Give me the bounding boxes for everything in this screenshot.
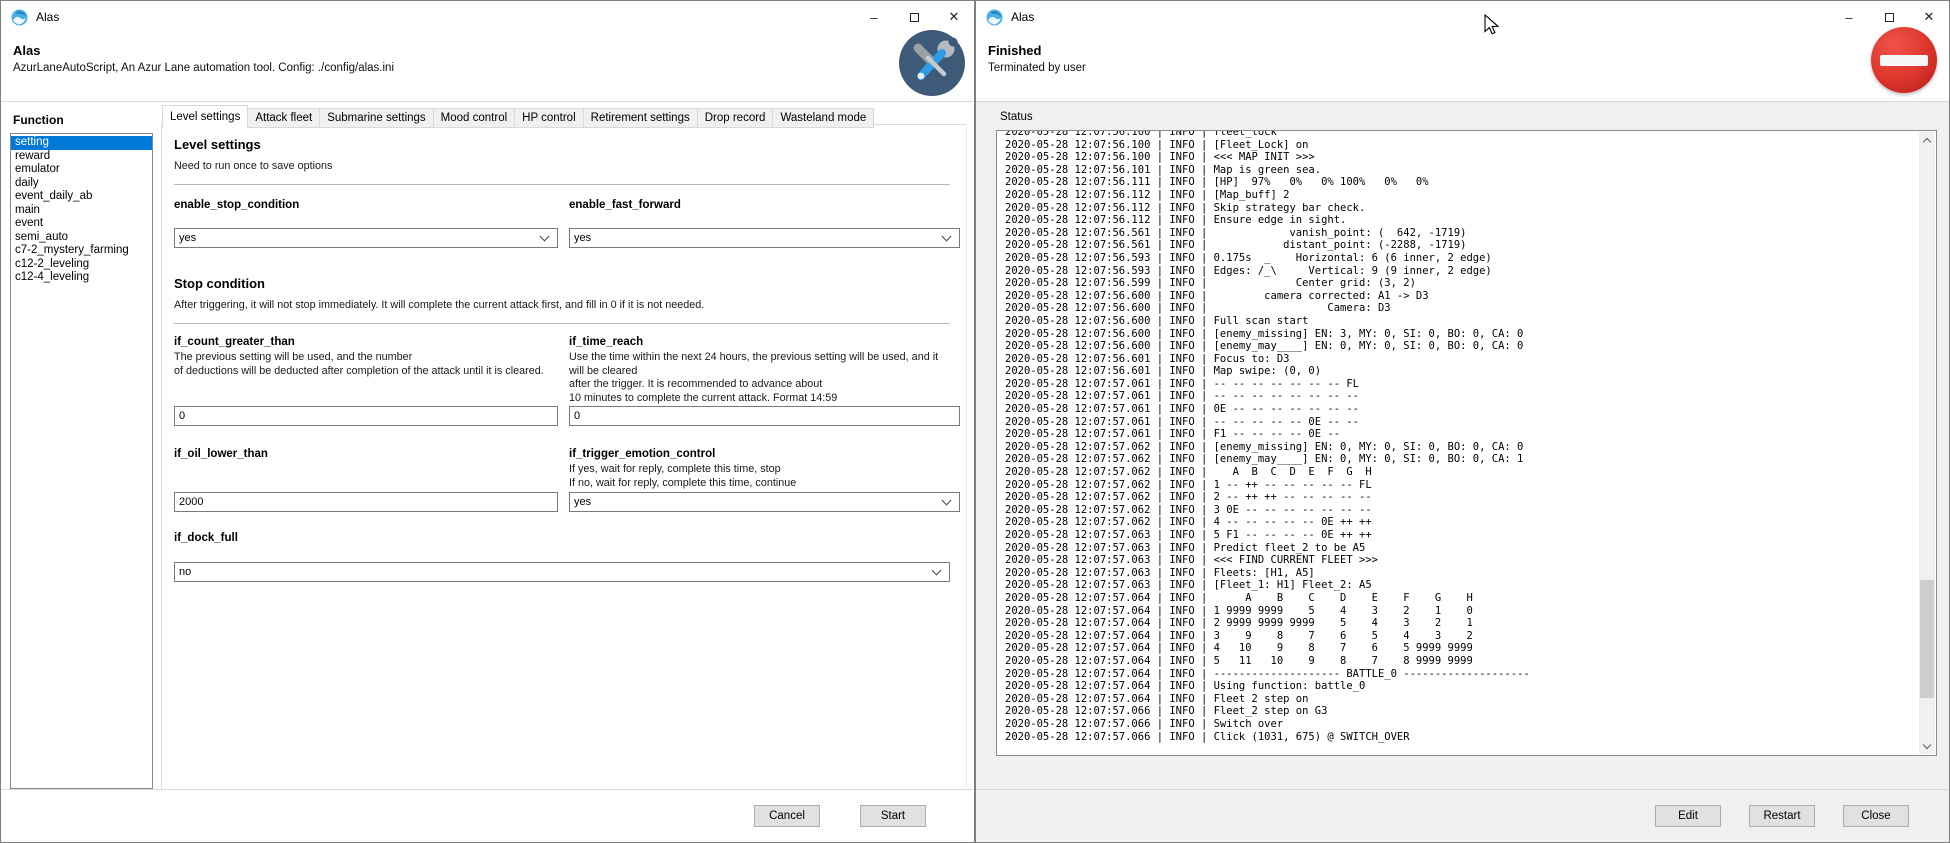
edit-button[interactable]: Edit	[1655, 805, 1721, 827]
header: Alas AzurLaneAutoScript, An Azur Lane au…	[1, 33, 974, 101]
function-label: Function	[13, 113, 64, 127]
section-title: Level settings	[174, 137, 950, 152]
stop-icon	[1871, 27, 1937, 93]
section-desc: Need to run once to save options	[174, 160, 950, 173]
field-help: Use the time within the next 24 hours, t…	[569, 351, 960, 365]
chevron-down-icon	[1923, 740, 1931, 748]
config-body: Function settingrewardemulatordailyevent…	[1, 101, 974, 842]
enable-stop-condition-value: yes	[179, 232, 196, 244]
start-button[interactable]: Start	[860, 805, 926, 827]
tab-mood-control[interactable]: Mood control	[433, 108, 515, 128]
screen: Alas – ✕ Alas AzurLaneAutoScript, An Azu…	[0, 0, 1950, 843]
status-body: Status 2020-05-28 12:07:56.100 | INFO | …	[976, 101, 1949, 842]
maximize-icon	[910, 13, 919, 22]
scrollbar-thumb[interactable]	[1920, 580, 1934, 698]
sidebar-item-event_daily_ab[interactable]: event_daily_ab	[11, 190, 152, 204]
maximize-icon	[1885, 13, 1894, 22]
sidebar-item-c12-2_leveling[interactable]: c12-2_leveling	[11, 258, 152, 272]
sidebar-item-reward[interactable]: reward	[11, 150, 152, 164]
if-count-greater-than-label: if_count_greater_than	[174, 336, 558, 349]
tab-retirement-settings[interactable]: Retirement settings	[583, 108, 698, 128]
close-window-button[interactable]: Close	[1843, 805, 1909, 827]
if-dock-full-value: no	[179, 566, 191, 578]
header: Finished Terminated by user	[976, 33, 1949, 101]
config-window: Alas – ✕ Alas AzurLaneAutoScript, An Azu…	[0, 0, 975, 843]
tab-bar: Level settingsAttack fleetSubmarine sett…	[163, 105, 874, 128]
status-subtitle: Terminated by user	[988, 62, 1937, 74]
tab-wasteland-mode[interactable]: Wasteland mode	[772, 108, 874, 128]
enable-stop-condition-label: enable_stop_condition	[174, 199, 558, 212]
enable-fast-forward-select[interactable]: yes	[569, 228, 960, 248]
sidebar-item-event[interactable]: event	[11, 217, 152, 231]
enable-fast-forward-label: enable_fast_forward	[569, 199, 960, 212]
status-window: Alas – ✕ Finished Terminated by user Sta…	[975, 0, 1950, 843]
restart-button[interactable]: Restart	[1749, 805, 1815, 827]
bottom-bar: Edit Restart Close	[976, 789, 1949, 842]
section-title: Stop condition	[174, 276, 950, 291]
divider	[174, 184, 950, 185]
tab-level-settings[interactable]: Level settings	[162, 105, 248, 128]
tab-attack-fleet[interactable]: Attack fleet	[247, 108, 320, 128]
tab-drop-record[interactable]: Drop record	[697, 108, 774, 128]
divider	[174, 323, 950, 324]
stop-icon-bar	[1880, 55, 1928, 66]
app-title: Alas	[13, 43, 962, 58]
chevron-down-icon	[540, 231, 550, 241]
if-dock-full-select[interactable]: no	[174, 562, 950, 582]
scroll-up-button[interactable]	[1919, 132, 1935, 148]
chevron-down-icon	[942, 231, 952, 241]
minimize-button[interactable]: –	[1829, 1, 1869, 33]
tab-hp-control[interactable]: HP control	[514, 108, 583, 128]
sidebar-item-semi_auto[interactable]: semi_auto	[11, 231, 152, 245]
if-trigger-emotion-control-value: yes	[574, 496, 591, 508]
if-dock-full-label: if_dock_full	[174, 532, 950, 545]
field-help: after the trigger. It is recommended to …	[569, 378, 960, 392]
titlebar[interactable]: Alas – ✕	[1, 1, 974, 33]
if-time-reach-label: if_time_reach	[569, 336, 960, 349]
app-subtitle: AzurLaneAutoScript, An Azur Lane automat…	[13, 62, 962, 74]
cancel-button[interactable]: Cancel	[754, 805, 820, 827]
field-help: If no, wait for reply, complete this tim…	[569, 477, 960, 491]
tab-pane-level-settings: Level settings Need to run once to save …	[161, 124, 967, 789]
tools-icon	[898, 29, 966, 97]
chevron-down-icon	[942, 495, 952, 505]
field-help: The previous setting will be used, and t…	[174, 351, 558, 365]
sidebar-item-setting[interactable]: setting	[11, 136, 152, 150]
if-oil-lower-than-input[interactable]	[174, 492, 558, 512]
if-trigger-emotion-control-select[interactable]: yes	[569, 492, 960, 512]
if-count-greater-than-input[interactable]	[174, 406, 558, 426]
scroll-down-button[interactable]	[1919, 738, 1935, 754]
titlebar[interactable]: Alas – ✕	[976, 1, 1949, 33]
log-text: 2020-05-28 12:07:56.100 | INFO | fleet_l…	[997, 131, 1919, 743]
function-list[interactable]: settingrewardemulatordailyevent_daily_ab…	[10, 133, 153, 789]
field-help: of deductions will be deducted after com…	[174, 365, 558, 379]
chevron-down-icon	[932, 565, 942, 575]
status-title: Finished	[988, 43, 1937, 58]
bottom-bar: Cancel Start	[1, 789, 974, 842]
minimize-button[interactable]: –	[854, 1, 894, 33]
alas-app-icon	[11, 9, 28, 26]
field-help: will be cleared	[569, 365, 960, 379]
status-group-label: Status	[1000, 111, 1033, 123]
section-desc: After triggering, it will not stop immed…	[174, 299, 950, 312]
enable-fast-forward-value: yes	[574, 232, 591, 244]
sidebar-item-c12-4_leveling[interactable]: c12-4_leveling	[11, 271, 152, 285]
if-oil-lower-than-label: if_oil_lower_than	[174, 448, 558, 461]
field-help: If yes, wait for reply, complete this ti…	[569, 463, 960, 477]
window-title: Alas	[1011, 10, 1034, 24]
sidebar-item-daily[interactable]: daily	[11, 177, 152, 191]
tab-submarine-settings[interactable]: Submarine settings	[319, 108, 433, 128]
enable-stop-condition-select[interactable]: yes	[174, 228, 558, 248]
alas-app-icon	[986, 9, 1003, 26]
log-scrollbar[interactable]	[1919, 132, 1935, 754]
log-box[interactable]: 2020-05-28 12:07:56.100 | INFO | fleet_l…	[996, 130, 1937, 756]
window-title: Alas	[36, 10, 59, 24]
if-trigger-emotion-control-label: if_trigger_emotion_control	[569, 448, 960, 461]
if-time-reach-input[interactable]	[569, 406, 960, 426]
field-help: 10 minutes to complete the current attac…	[569, 392, 960, 406]
sidebar-item-emulator[interactable]: emulator	[11, 163, 152, 177]
sidebar-item-main[interactable]: main	[11, 204, 152, 218]
chevron-up-icon	[1923, 137, 1931, 145]
sidebar-item-c7-2_mystery_farming[interactable]: c7-2_mystery_farming	[11, 244, 152, 258]
